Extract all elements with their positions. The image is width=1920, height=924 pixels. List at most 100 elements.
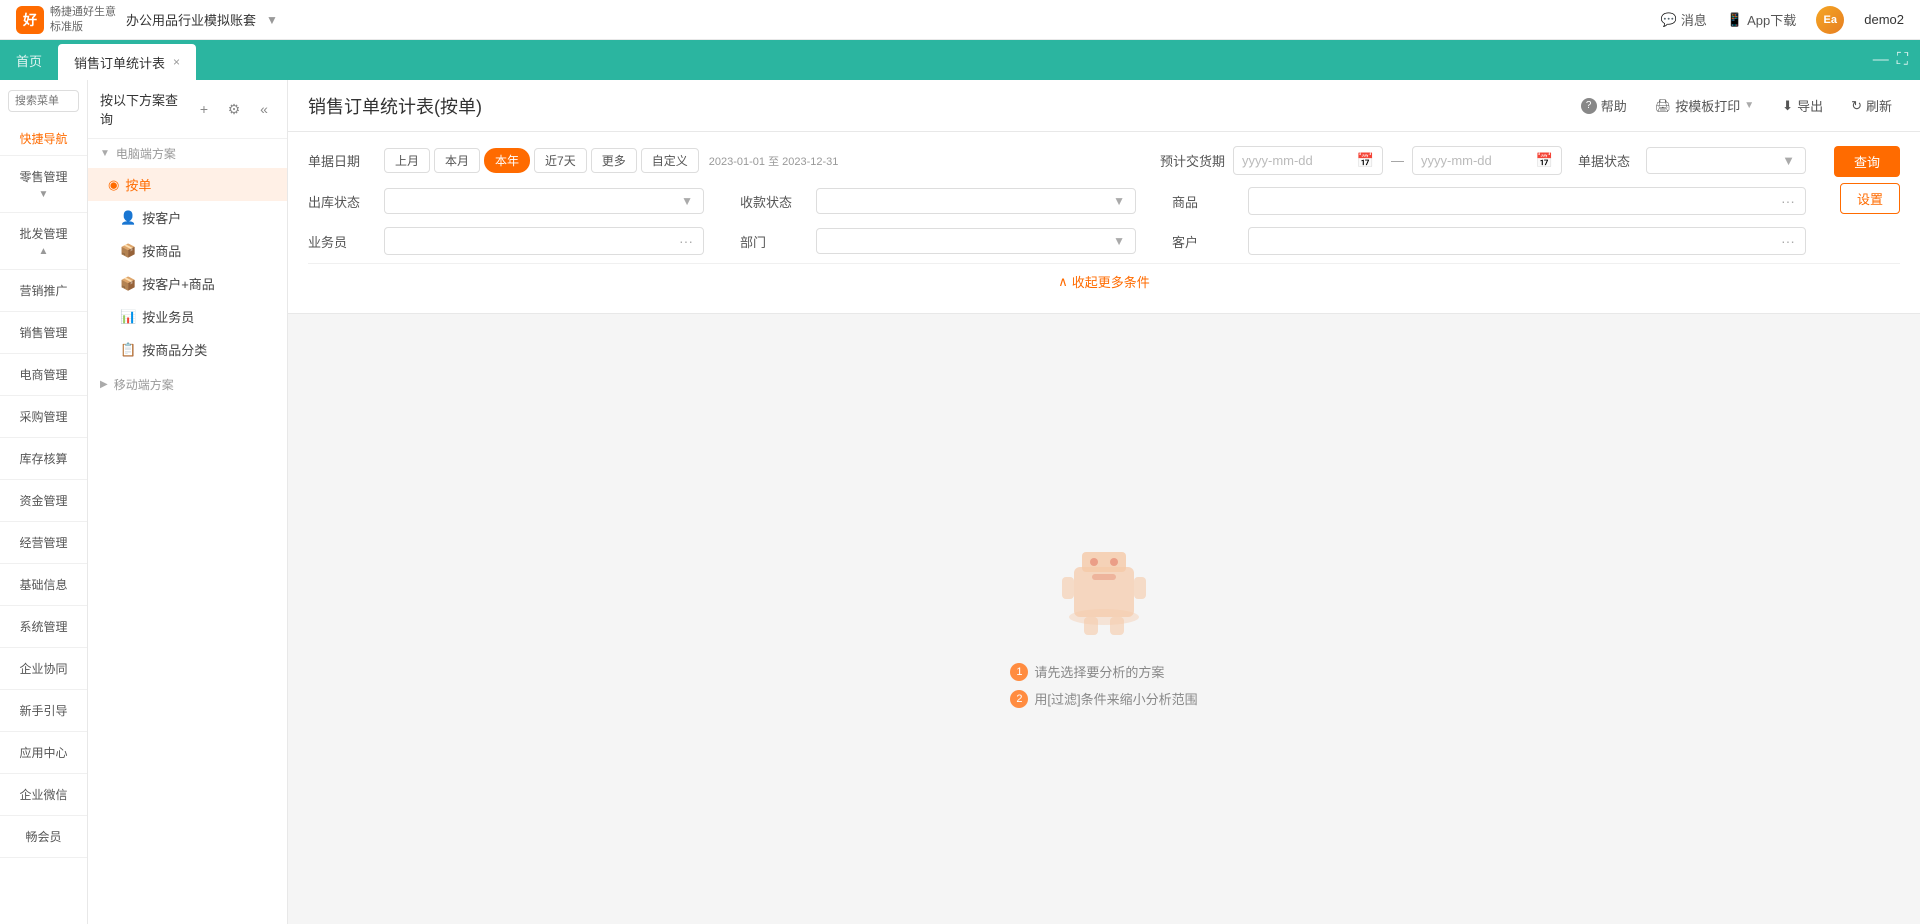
refresh-btn[interactable]: ↻ 刷新 <box>1843 92 1900 119</box>
empty-state: 1 请先选择要分析的方案 2 用[过滤]条件来缩小分析范围 <box>288 314 1920 924</box>
refresh-icon: ↻ <box>1851 98 1862 114</box>
tab-bar-right: — ⛶ <box>1873 51 1920 69</box>
page-content: 按以下方案查询 + ⚙ « ▼ 电脑端方案 ◉ 按单 👤 按客户 <box>88 80 1920 924</box>
print-icon: 🖨 <box>1655 98 1672 114</box>
sidebar-item-newbie[interactable]: 新手引导 <box>0 690 87 732</box>
tree-node-by-customer[interactable]: 👤 按客户 <box>88 201 287 234</box>
query-btn[interactable]: 查询 <box>1834 146 1900 177</box>
tree-node-by-order[interactable]: ◉ 按单 <box>88 168 287 201</box>
tree-node-by-product[interactable]: 📦 按商品 <box>88 234 287 267</box>
more-btn[interactable]: 更多 <box>591 148 637 173</box>
date-range-text: 2023-01-01 至 2023-12-31 <box>709 153 839 169</box>
empty-hints: 1 请先选择要分析的方案 2 用[过滤]条件来缩小分析范围 <box>1010 662 1197 716</box>
hint-num-2: 2 <box>1010 690 1028 708</box>
export-btn[interactable]: ⬇ 导出 <box>1774 92 1831 119</box>
print-dropdown-icon: ▼ <box>1744 100 1754 111</box>
user-avatar[interactable]: Ea <box>1816 6 1844 34</box>
tab-minimize-btn[interactable]: — <box>1873 51 1889 69</box>
retail-arrow: ▼ <box>39 189 49 200</box>
sidebar-item-base[interactable]: 基础信息 <box>0 564 87 606</box>
breadcrumb-title[interactable]: 办公用品行业模拟账套 <box>126 10 256 29</box>
expected-date-from[interactable]: yyyy-mm-dd 📅 <box>1233 146 1383 175</box>
sidebar-item-operations[interactable]: 经营管理 <box>0 522 87 564</box>
sidebar-item-marketing[interactable]: 营销推广 <box>0 270 87 312</box>
last-7-btn[interactable]: 近7天 <box>534 148 587 173</box>
product-label: 商品 <box>1172 192 1232 211</box>
panel-add-btn[interactable]: + <box>193 98 215 120</box>
search-menu <box>0 80 87 122</box>
panel-collapse-btn[interactable]: « <box>253 98 275 120</box>
quick-nav[interactable]: 快捷导航 <box>0 122 87 156</box>
date-separator: — <box>1391 153 1404 168</box>
payment-status-label: 收款状态 <box>740 192 800 211</box>
main-layout: 快捷导航 零售管理 ▼ 批发管理 ▲ 营销推广 销售管理 电商管理 采购管理 库… <box>0 80 1920 924</box>
expected-date-to[interactable]: yyyy-mm-dd 📅 <box>1412 146 1562 175</box>
outbound-status-select[interactable]: ▼ <box>384 188 704 214</box>
sidebar-item-sales[interactable]: 销售管理 <box>0 312 87 354</box>
salesperson-label: 业务员 <box>308 232 368 251</box>
sidebar-item-membership[interactable]: 畅会员 <box>0 816 87 858</box>
message-icon: 💬 <box>1661 12 1677 28</box>
sidebar-item-finance[interactable]: 资金管理 <box>0 480 87 522</box>
panel-settings-btn[interactable]: ⚙ <box>223 98 245 120</box>
filter-row-date: 单据日期 上月 本月 本年 近7天 更多 自定义 2023-01-01 至 20… <box>308 146 1806 175</box>
top-header: 好 畅捷通好生意 标准版 办公用品行业模拟账套 ▼ 💬 消息 📱 App下载 E… <box>0 0 1920 40</box>
setting-btn[interactable]: 设置 <box>1840 183 1900 214</box>
sidebar-item-wholesale[interactable]: 批发管理 ▲ <box>0 213 87 270</box>
department-select[interactable]: ▼ <box>816 228 1136 254</box>
tree-node-by-salesperson[interactable]: 📊 按业务员 <box>88 300 287 333</box>
help-btn[interactable]: ? 帮助 <box>1573 92 1635 119</box>
page-actions: ? 帮助 🖨 按模板打印 ▼ ⬇ 导出 ↻ <box>1573 92 1900 119</box>
empty-hint-1: 1 请先选择要分析的方案 <box>1010 662 1197 681</box>
collapse-btn[interactable]: ∧ 收起更多条件 <box>308 263 1900 299</box>
help-icon: ? <box>1581 98 1597 114</box>
outbound-arrow: ▼ <box>681 194 693 208</box>
by-salesperson-icon: 📊 <box>120 309 136 325</box>
user-name[interactable]: demo2 <box>1864 12 1904 27</box>
sidebar-item-purchase[interactable]: 采购管理 <box>0 396 87 438</box>
page-header: 销售订单统计表(按单) ? 帮助 🖨 按模板打印 ▼ ⬇ <box>288 80 1920 132</box>
by-product-icon: 📦 <box>120 243 136 259</box>
salesperson-dots: ··· <box>679 233 693 249</box>
breadcrumb-arrow[interactable]: ▼ <box>266 13 278 27</box>
product-input[interactable]: ··· <box>1248 187 1806 215</box>
sidebar-item-inventory[interactable]: 库存核算 <box>0 438 87 480</box>
tree-section-mobile[interactable]: ▶ 移动端方案 <box>88 370 287 399</box>
customer-label: 客户 <box>1172 232 1232 251</box>
template-print-btn[interactable]: 🖨 按模板打印 ▼ <box>1647 92 1762 119</box>
export-icon: ⬇ <box>1782 98 1793 114</box>
sidebar-item-system[interactable]: 系统管理 <box>0 606 87 648</box>
tree-section-mobile-arrow: ▶ <box>100 379 108 390</box>
hint-num-1: 1 <box>1010 663 1028 681</box>
app-download-action[interactable]: 📱 App下载 <box>1727 10 1796 29</box>
tab-home[interactable]: 首页 <box>0 40 58 80</box>
sidebar-item-ecommerce[interactable]: 电商管理 <box>0 354 87 396</box>
customer-input[interactable]: ··· <box>1248 227 1806 255</box>
tab-close-icon[interactable]: × <box>173 55 180 69</box>
date-btns: 上月 本月 本年 近7天 更多 自定义 2023-01-01 至 2023-12… <box>384 148 838 173</box>
header-left: 好 畅捷通好生意 标准版 办公用品行业模拟账套 ▼ <box>16 5 278 34</box>
empty-illustration <box>1044 522 1164 642</box>
search-input[interactable] <box>8 90 79 112</box>
logo-icon: 好 <box>16 6 44 34</box>
this-month-btn[interactable]: 本月 <box>434 148 480 173</box>
tab-maximize-btn[interactable]: ⛶ <box>1897 51 1908 69</box>
custom-btn[interactable]: 自定义 <box>641 148 699 173</box>
page-title: 销售订单统计表(按单) <box>308 93 482 119</box>
tab-sales-order-stats[interactable]: 销售订单统计表 × <box>58 44 196 80</box>
sidebar-item-enterprise-wechat[interactable]: 企业微信 <box>0 774 87 816</box>
cal-from-icon: 📅 <box>1357 152 1374 169</box>
sidebar-item-retail[interactable]: 零售管理 ▼ <box>0 156 87 213</box>
cal-to-icon: 📅 <box>1536 152 1553 169</box>
payment-status-select[interactable]: ▼ <box>816 188 1136 214</box>
tree-node-by-product-category[interactable]: 📋 按商品分类 <box>88 333 287 366</box>
tree-section-pc[interactable]: ▼ 电脑端方案 <box>88 139 287 168</box>
message-action[interactable]: 💬 消息 <box>1661 10 1707 29</box>
sidebar-item-app-center[interactable]: 应用中心 <box>0 732 87 774</box>
tree-node-by-customer-product[interactable]: 📦 按客户+商品 <box>88 267 287 300</box>
prev-month-btn[interactable]: 上月 <box>384 148 430 173</box>
order-status-select[interactable]: ▼ <box>1646 147 1806 174</box>
sidebar-item-enterprise[interactable]: 企业协同 <box>0 648 87 690</box>
salesperson-input[interactable]: ··· <box>384 227 704 255</box>
this-year-btn[interactable]: 本年 <box>484 148 530 173</box>
